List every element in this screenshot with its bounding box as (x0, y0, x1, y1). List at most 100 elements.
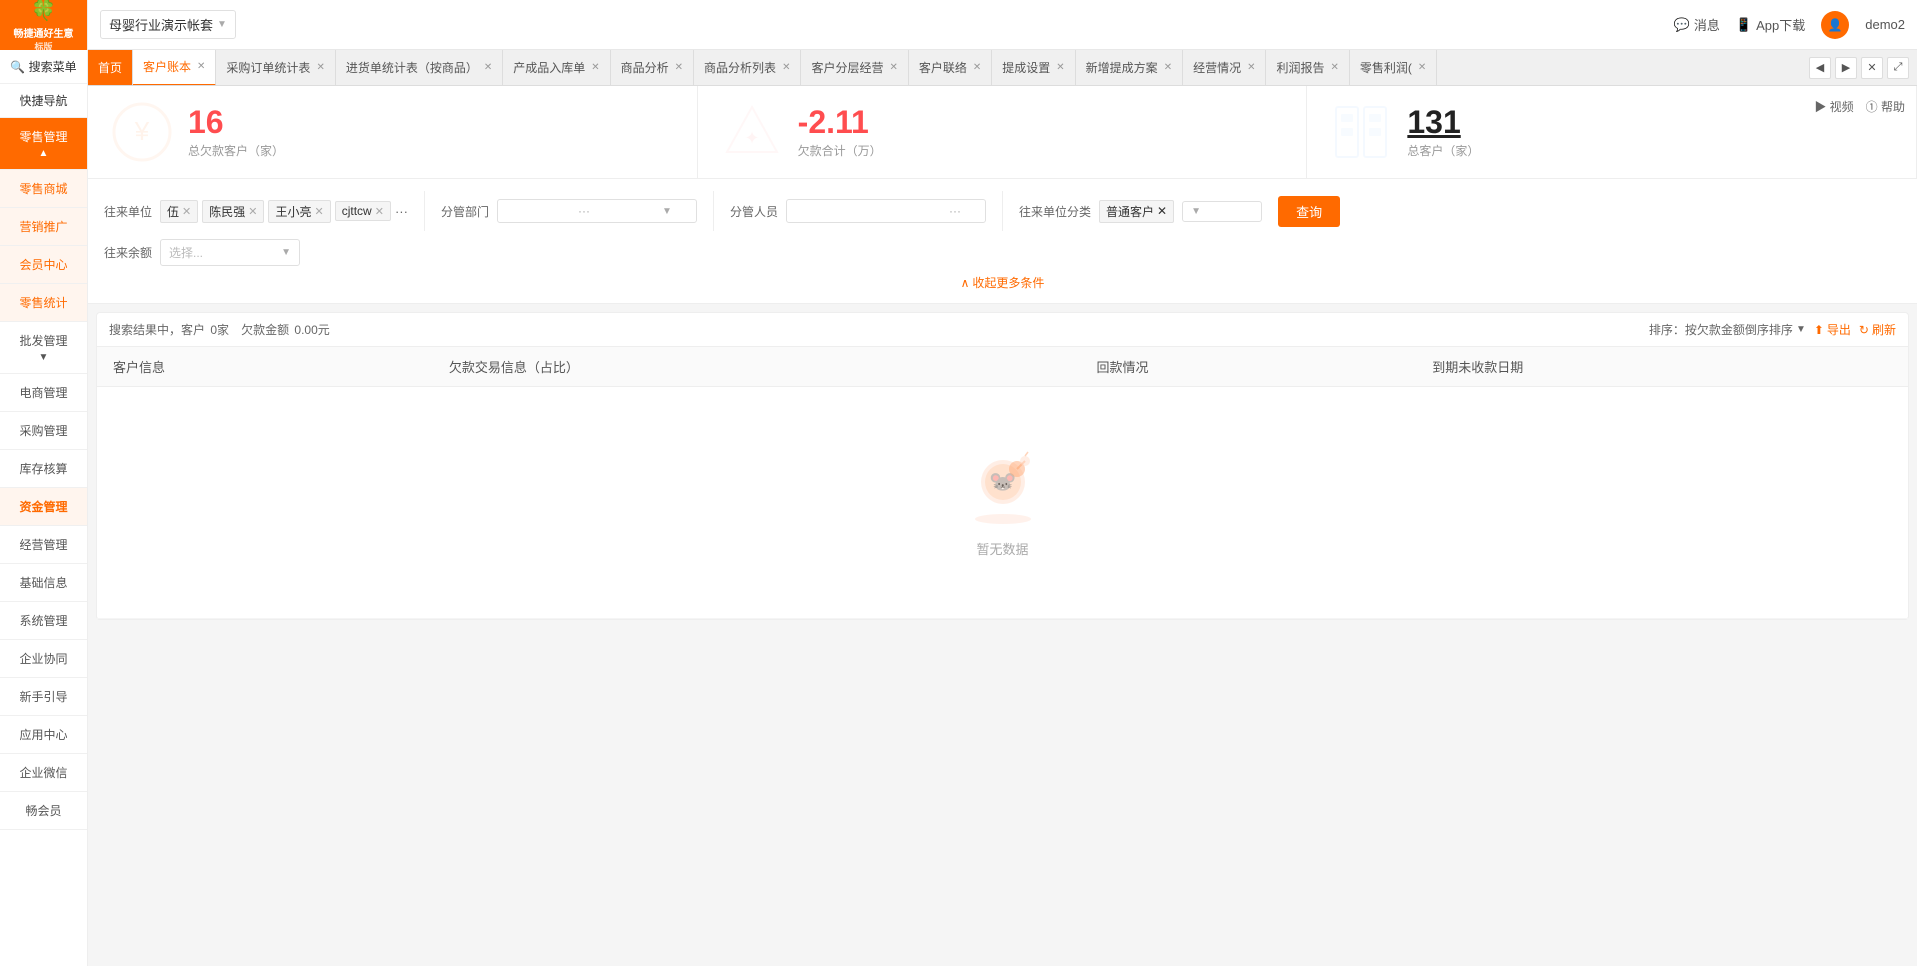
sidebar-item-retail-stats[interactable]: 零售统计 (0, 284, 87, 322)
tab-customer-contact[interactable]: 客户联络 ✕ (909, 50, 992, 86)
app-download-button[interactable]: 📱 App下载 (1736, 15, 1805, 34)
tab-goods-analysis[interactable]: 商品分析 ✕ (611, 50, 694, 86)
unit-tag-cjttcw-close[interactable]: ✕ (375, 205, 384, 218)
query-button[interactable]: 查询 (1278, 196, 1340, 227)
tab-improve-settings-close[interactable]: ✕ (1056, 62, 1064, 73)
sidebar-item-ecommerce-mgmt[interactable]: 电商管理 (0, 374, 87, 412)
sidebar-item-new-guide[interactable]: 新手引导 (0, 678, 87, 716)
tab-new-improve-plan-close[interactable]: ✕ (1164, 62, 1172, 73)
unit-filter-tags: 伍 ✕ 陈民强 ✕ 王小亮 ✕ cjttcw ✕ ··· (160, 200, 408, 223)
tab-goods-analysis-list[interactable]: 商品分析列表 ✕ (694, 50, 801, 86)
tab-new-improve-plan[interactable]: 新增提成方案 ✕ (1076, 50, 1183, 86)
purchase-mgmt-label: 采购管理 (19, 422, 67, 439)
tab-profit-report[interactable]: 利润报告 ✕ (1266, 50, 1349, 86)
sidebar-item-retail-mall[interactable]: 零售商城 (0, 170, 87, 208)
dept-filter-select[interactable]: ··· ▼ (497, 199, 697, 223)
export-icon: ⬆ (1814, 323, 1824, 337)
tab-improve-settings[interactable]: 提成设置 ✕ (992, 50, 1075, 86)
dept-filter-more[interactable]: ··· (578, 204, 590, 218)
sidebar-logo[interactable]: 🍀 畅捷通好生意 标版 (0, 0, 87, 50)
video-help-button[interactable]: ▶ 视频 (1814, 98, 1853, 115)
sidebar-item-member-center[interactable]: 会员中心 (0, 246, 87, 284)
sidebar-item-wholesale-mgmt[interactable]: 批发管理 ▼ (0, 322, 87, 374)
sidebar-item-basic-info[interactable]: 基础信息 (0, 564, 87, 602)
quicknav-label: 快捷导航 (19, 94, 67, 108)
unit-tag-wu[interactable]: 伍 ✕ (160, 200, 198, 223)
tab-purchase-order[interactable]: 采购订单统计表 ✕ (216, 50, 335, 86)
filter-row-2: 往来余额 选择... ▼ (104, 239, 1901, 266)
tab-profit-report-label: 利润报告 (1276, 59, 1324, 76)
tab-operations[interactable]: 经营情况 ✕ (1183, 50, 1266, 86)
tab-close-all-button[interactable]: ✕ (1861, 57, 1883, 79)
message-icon: 💬 (1674, 17, 1690, 33)
manager-filter-select[interactable]: ··· (786, 199, 986, 223)
unit-tag-wang[interactable]: 王小亮 ✕ (268, 200, 330, 223)
tab-goods-analysis-close[interactable]: ✕ (675, 62, 683, 73)
main-content: 母婴行业演示帐套 ▼ 💬 消息 📱 App下载 👤 demo2 首页 客户账本 (88, 0, 1917, 966)
unit-tag-wang-label: 王小亮 (275, 203, 311, 220)
tab-customer-tier[interactable]: 客户分层经营 ✕ (801, 50, 908, 86)
filter-row-1: 往来单位 伍 ✕ 陈民强 ✕ 王小亮 ✕ cjttcw (104, 191, 1901, 231)
doc-help-button[interactable]: ① 帮助 (1866, 98, 1905, 115)
sidebar-item-enterprise-collab[interactable]: 企业协同 (0, 640, 87, 678)
refresh-button[interactable]: ↻ 刷新 (1859, 321, 1896, 338)
sidebar-search[interactable]: 🔍 搜索菜单 (0, 50, 87, 84)
unit-tags-more[interactable]: ··· (395, 204, 408, 219)
tab-customers-close[interactable]: ✕ (197, 61, 205, 72)
sidebar-item-enterprise-wechat[interactable]: 企业微信 (0, 754, 87, 792)
tab-customer-contact-close[interactable]: ✕ (973, 62, 981, 73)
stat-total-customers-text: 131 总客户（家） (1407, 106, 1479, 159)
avatar-icon: 👤 (1828, 18, 1843, 32)
wholesale-mgmt-label: 批发管理 (19, 332, 67, 349)
tab-produce-stock[interactable]: 产成品入库单 ✕ (503, 50, 610, 86)
sidebar-item-sys-mgmt[interactable]: 系统管理 (0, 602, 87, 640)
username[interactable]: demo2 (1865, 17, 1905, 32)
store-dropdown-icon: ▼ (217, 19, 227, 30)
top-bar-left: 母婴行业演示帐套 ▼ (100, 10, 236, 39)
unit-tag-wu-close[interactable]: ✕ (182, 205, 191, 218)
remainder-filter-select[interactable]: 选择... ▼ (160, 239, 300, 266)
tab-retail-profit-close[interactable]: ✕ (1418, 62, 1426, 73)
unit-tag-wang-close[interactable]: ✕ (315, 205, 324, 218)
export-button[interactable]: ⬆ 导出 (1814, 321, 1851, 338)
tab-profit-report-close[interactable]: ✕ (1331, 62, 1339, 73)
sort-select[interactable]: 排序：按欠款金额倒序排序 ▼ (1649, 321, 1806, 338)
tab-purchase-stat[interactable]: 进货单统计表（按商品） ✕ (336, 50, 503, 86)
sidebar-item-vip-member[interactable]: 畅会员 (0, 792, 87, 830)
tab-customers[interactable]: 客户账本 ✕ (133, 50, 216, 86)
sidebar-item-ops-mgmt[interactable]: 经营管理 (0, 526, 87, 564)
unit-tag-cjttcw[interactable]: cjttcw ✕ (335, 201, 391, 221)
tab-retail-profit[interactable]: 零售利润( ✕ (1350, 50, 1437, 86)
avatar[interactable]: 👤 (1821, 11, 1849, 39)
tab-next-button[interactable]: ▶ (1835, 57, 1857, 79)
sidebar-quicknav[interactable]: 快捷导航 (0, 84, 87, 118)
tab-operations-close[interactable]: ✕ (1247, 62, 1255, 73)
sidebar-item-purchase-mgmt[interactable]: 采购管理 (0, 412, 87, 450)
tab-home[interactable]: 首页 (88, 50, 133, 86)
empty-icon: 🐭 (963, 447, 1043, 527)
unit-tag-chen[interactable]: 陈民强 ✕ (202, 200, 264, 223)
manager-filter-more[interactable]: ··· (949, 204, 961, 218)
tab-purchase-order-close[interactable]: ✕ (316, 62, 324, 73)
tab-produce-stock-close[interactable]: ✕ (591, 62, 599, 73)
tab-purchase-stat-close[interactable]: ✕ (484, 62, 492, 73)
unit-class-tag-normal-close[interactable]: ✕ (1157, 204, 1167, 218)
sidebar-item-retail-mgmt[interactable]: 零售管理 ▲ (0, 118, 87, 170)
collapse-label: 收起更多条件 (972, 274, 1044, 291)
logo-icon: 🍀 (31, 0, 56, 23)
enterprise-wechat-label: 企业微信 (19, 764, 67, 781)
tab-goods-analysis-list-close[interactable]: ✕ (782, 62, 790, 73)
sidebar-item-finance-mgmt[interactable]: 资金管理 (0, 488, 87, 526)
unit-class-tag-normal[interactable]: 普通客户 ✕ (1099, 200, 1174, 223)
collapse-button[interactable]: ∧ 收起更多条件 (104, 274, 1901, 291)
store-selector[interactable]: 母婴行业演示帐套 ▼ (100, 10, 236, 39)
tab-prev-button[interactable]: ◀ (1809, 57, 1831, 79)
tab-customer-tier-close[interactable]: ✕ (889, 62, 897, 73)
sidebar-item-inventory[interactable]: 库存核算 (0, 450, 87, 488)
tab-expand-button[interactable]: ⤢ (1887, 57, 1909, 79)
unit-class-filter-dropdown[interactable]: ▼ (1182, 201, 1262, 222)
message-button[interactable]: 💬 消息 (1674, 15, 1720, 34)
sidebar-item-marketing[interactable]: 营销推广 (0, 208, 87, 246)
unit-tag-chen-close[interactable]: ✕ (248, 205, 257, 218)
sidebar-item-app-center[interactable]: 应用中心 (0, 716, 87, 754)
